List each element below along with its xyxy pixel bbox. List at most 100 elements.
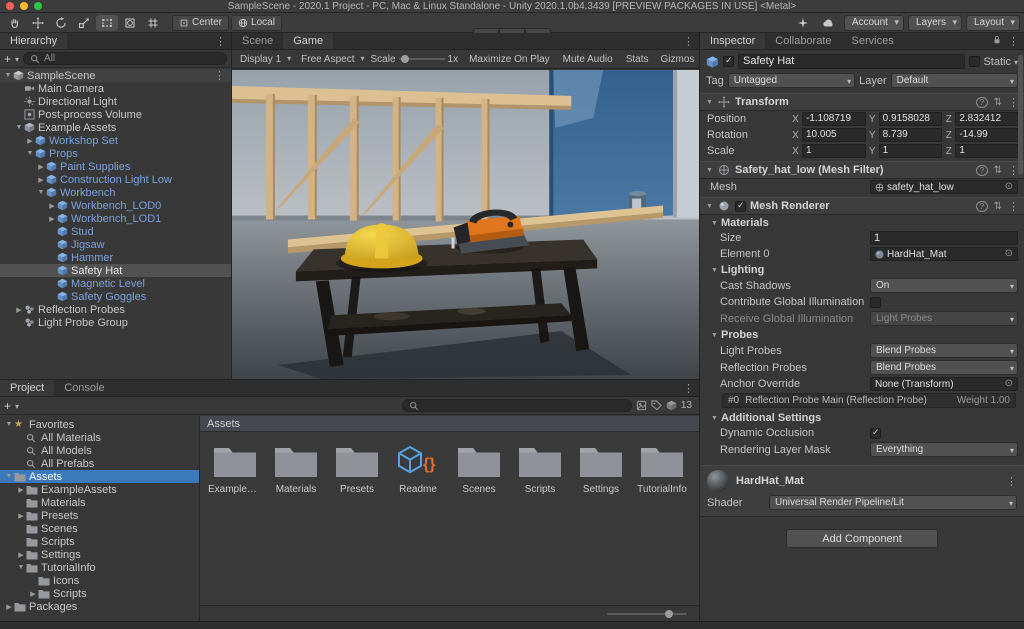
- rotation-y-field[interactable]: 8.739: [879, 128, 943, 142]
- static-checkbox[interactable]: [969, 56, 980, 67]
- breadcrumb[interactable]: Assets: [200, 416, 699, 432]
- hierarchy-item-main-camera[interactable]: Main Camera: [0, 82, 231, 95]
- scale-tool-icon[interactable]: [73, 15, 95, 31]
- mute-audio-button[interactable]: Mute Audio: [558, 53, 618, 66]
- cloud-collab-icon[interactable]: [818, 15, 840, 31]
- account-dropdown[interactable]: Account: [844, 15, 904, 31]
- zoom-slider-knob[interactable]: [665, 610, 673, 618]
- tab-services[interactable]: Services: [842, 33, 904, 49]
- hierarchy-search-input[interactable]: All: [23, 52, 227, 65]
- inspector-scrollbar[interactable]: [1018, 55, 1023, 175]
- object-picker-icon[interactable]: ⊙: [1005, 182, 1013, 192]
- layer-dropdown[interactable]: Default: [891, 73, 1018, 88]
- position-y-field[interactable]: 0.9158028: [879, 112, 943, 126]
- hierarchy-item-hammer[interactable]: Hammer: [0, 251, 231, 264]
- project-tree-item-favorites[interactable]: ▼★Favorites: [0, 418, 199, 431]
- tab-hierarchy[interactable]: Hierarchy: [0, 33, 67, 49]
- tab-collaborate[interactable]: Collaborate: [765, 33, 841, 49]
- tab-scene[interactable]: Scene: [232, 33, 283, 49]
- reflection-probes-dropdown[interactable]: Blend Probes: [870, 360, 1018, 375]
- asset-item-readme[interactable]: {}Readme: [393, 443, 443, 495]
- hierarchy-item-stud[interactable]: Stud: [0, 225, 231, 238]
- scale-x-field[interactable]: 1: [802, 144, 866, 158]
- project-tree-item-packages[interactable]: ▶Packages: [0, 600, 199, 613]
- layout-dropdown[interactable]: Layout: [966, 15, 1020, 31]
- asset-item-scripts[interactable]: Scripts: [515, 443, 565, 495]
- project-menu-icon[interactable]: [683, 382, 694, 395]
- hierarchy-item-safety-goggles[interactable]: Safety Goggles: [0, 290, 231, 303]
- hierarchy-item-reflection-probes[interactable]: ▶Reflection Probes: [0, 303, 231, 316]
- anchor-override-field[interactable]: None (Transform) ⊙: [870, 377, 1018, 391]
- lighting-foldout[interactable]: ▼Lighting: [700, 262, 1024, 277]
- orientation-toggle-button[interactable]: Local: [231, 15, 282, 31]
- object-picker-icon[interactable]: ⊙: [1005, 249, 1013, 259]
- project-tree-item-all-models[interactable]: All Models: [0, 444, 199, 457]
- display-dropdown[interactable]: Display 1: [236, 53, 294, 66]
- create-object-dropdown-icon[interactable]: [15, 53, 19, 65]
- hierarchy-item-magnetic-level[interactable]: Magnetic Level: [0, 277, 231, 290]
- project-tree-item-all-prefabs[interactable]: All Prefabs: [0, 457, 199, 470]
- help-icon[interactable]: [976, 200, 987, 212]
- rotation-x-field[interactable]: 10.005: [802, 128, 866, 142]
- search-by-type-icon[interactable]: [636, 400, 647, 411]
- hierarchy-item-directional-light[interactable]: Directional Light: [0, 95, 231, 108]
- asset-item-scenes[interactable]: Scenes: [454, 443, 504, 495]
- preset-icon[interactable]: [994, 164, 1002, 176]
- asset-item-settings[interactable]: Settings: [576, 443, 626, 495]
- materials-size-field[interactable]: 1: [870, 231, 1018, 245]
- hierarchy-item-example-assets[interactable]: ▼Example Assets: [0, 121, 231, 134]
- project-tree-item-assets[interactable]: ▼Assets: [0, 470, 199, 483]
- tab-game[interactable]: Game: [283, 33, 333, 49]
- hierarchy-item-workbench-lod0[interactable]: ▶Workbench_LOD0: [0, 199, 231, 212]
- inspector-menu-icon[interactable]: [1008, 35, 1019, 48]
- rect-tool-icon[interactable]: [96, 15, 118, 31]
- project-tree-item-materials[interactable]: Materials: [0, 496, 199, 509]
- hierarchy-menu-icon[interactable]: [215, 35, 226, 48]
- project-tree-item-icons[interactable]: Icons: [0, 574, 199, 587]
- object-picker-icon[interactable]: ⊙: [1005, 379, 1013, 389]
- create-asset-button[interactable]: [4, 399, 11, 413]
- material-element-field[interactable]: HardHat_Mat ⊙: [870, 247, 1018, 261]
- dynamic-occlusion-checkbox[interactable]: [870, 428, 881, 439]
- pivot-toggle-button[interactable]: Center: [172, 15, 229, 31]
- asset-item-exampleassets[interactable]: ExampleAssets: [210, 443, 260, 495]
- project-tree-item-exampleassets[interactable]: ▶ExampleAssets: [0, 483, 199, 496]
- hierarchy-item-paint-supplies[interactable]: ▶Paint Supplies: [0, 160, 231, 173]
- maximize-on-play-button[interactable]: Maximize On Play: [464, 53, 555, 66]
- preset-icon[interactable]: [994, 200, 1002, 212]
- asset-item-presets[interactable]: Presets: [332, 443, 382, 495]
- editor-tools-icon[interactable]: [142, 15, 164, 31]
- tab-project[interactable]: Project: [0, 380, 54, 396]
- shader-dropdown[interactable]: Universal Render Pipeline/Lit: [769, 495, 1017, 510]
- minimize-window-button[interactable]: [20, 2, 28, 10]
- aspect-dropdown[interactable]: Free Aspect: [297, 53, 367, 66]
- mesh-renderer-component-header[interactable]: ▼ Mesh Renderer: [700, 197, 1024, 215]
- move-tool-icon[interactable]: [27, 15, 49, 31]
- rendering-layer-mask-dropdown[interactable]: Everything: [870, 442, 1018, 457]
- tab-inspector[interactable]: Inspector: [700, 33, 765, 49]
- hierarchy-item-workbench[interactable]: ▼Workbench: [0, 186, 231, 199]
- game-panel-menu-icon[interactable]: [683, 35, 694, 48]
- scene-menu-icon[interactable]: ⋮: [214, 69, 231, 82]
- light-probes-dropdown[interactable]: Blend Probes: [870, 343, 1018, 358]
- probes-foldout[interactable]: ▼Probes: [700, 327, 1024, 342]
- hierarchy-item-workshop-set[interactable]: ▶Workshop Set: [0, 134, 231, 147]
- game-viewport[interactable]: [232, 70, 699, 379]
- project-tree-item-scripts[interactable]: ▶Scripts: [0, 587, 199, 600]
- preview-packages-icon[interactable]: [792, 15, 814, 31]
- add-component-button[interactable]: Add Component: [786, 529, 938, 548]
- transform-tool-icon[interactable]: [119, 15, 141, 31]
- hierarchy-item-post-process-volume[interactable]: Post-process Volume: [0, 108, 231, 121]
- hierarchy-item-construction-light-low[interactable]: ▶Construction Light Low: [0, 173, 231, 186]
- mesh-field[interactable]: safety_hat_low ⊙: [870, 180, 1018, 194]
- project-tree-item-presets[interactable]: ▶Presets: [0, 509, 199, 522]
- object-name-field[interactable]: Safety Hat: [738, 54, 965, 69]
- additional-settings-foldout[interactable]: ▼Additional Settings: [700, 410, 1024, 425]
- preset-icon[interactable]: [994, 96, 1002, 108]
- help-icon[interactable]: [976, 96, 987, 108]
- hidden-packages-icon[interactable]: [666, 400, 677, 411]
- component-menu-icon[interactable]: [1008, 200, 1019, 213]
- project-tree-item-all-materials[interactable]: All Materials: [0, 431, 199, 444]
- asset-item-materials[interactable]: Materials: [271, 443, 321, 495]
- close-window-button[interactable]: [6, 2, 14, 10]
